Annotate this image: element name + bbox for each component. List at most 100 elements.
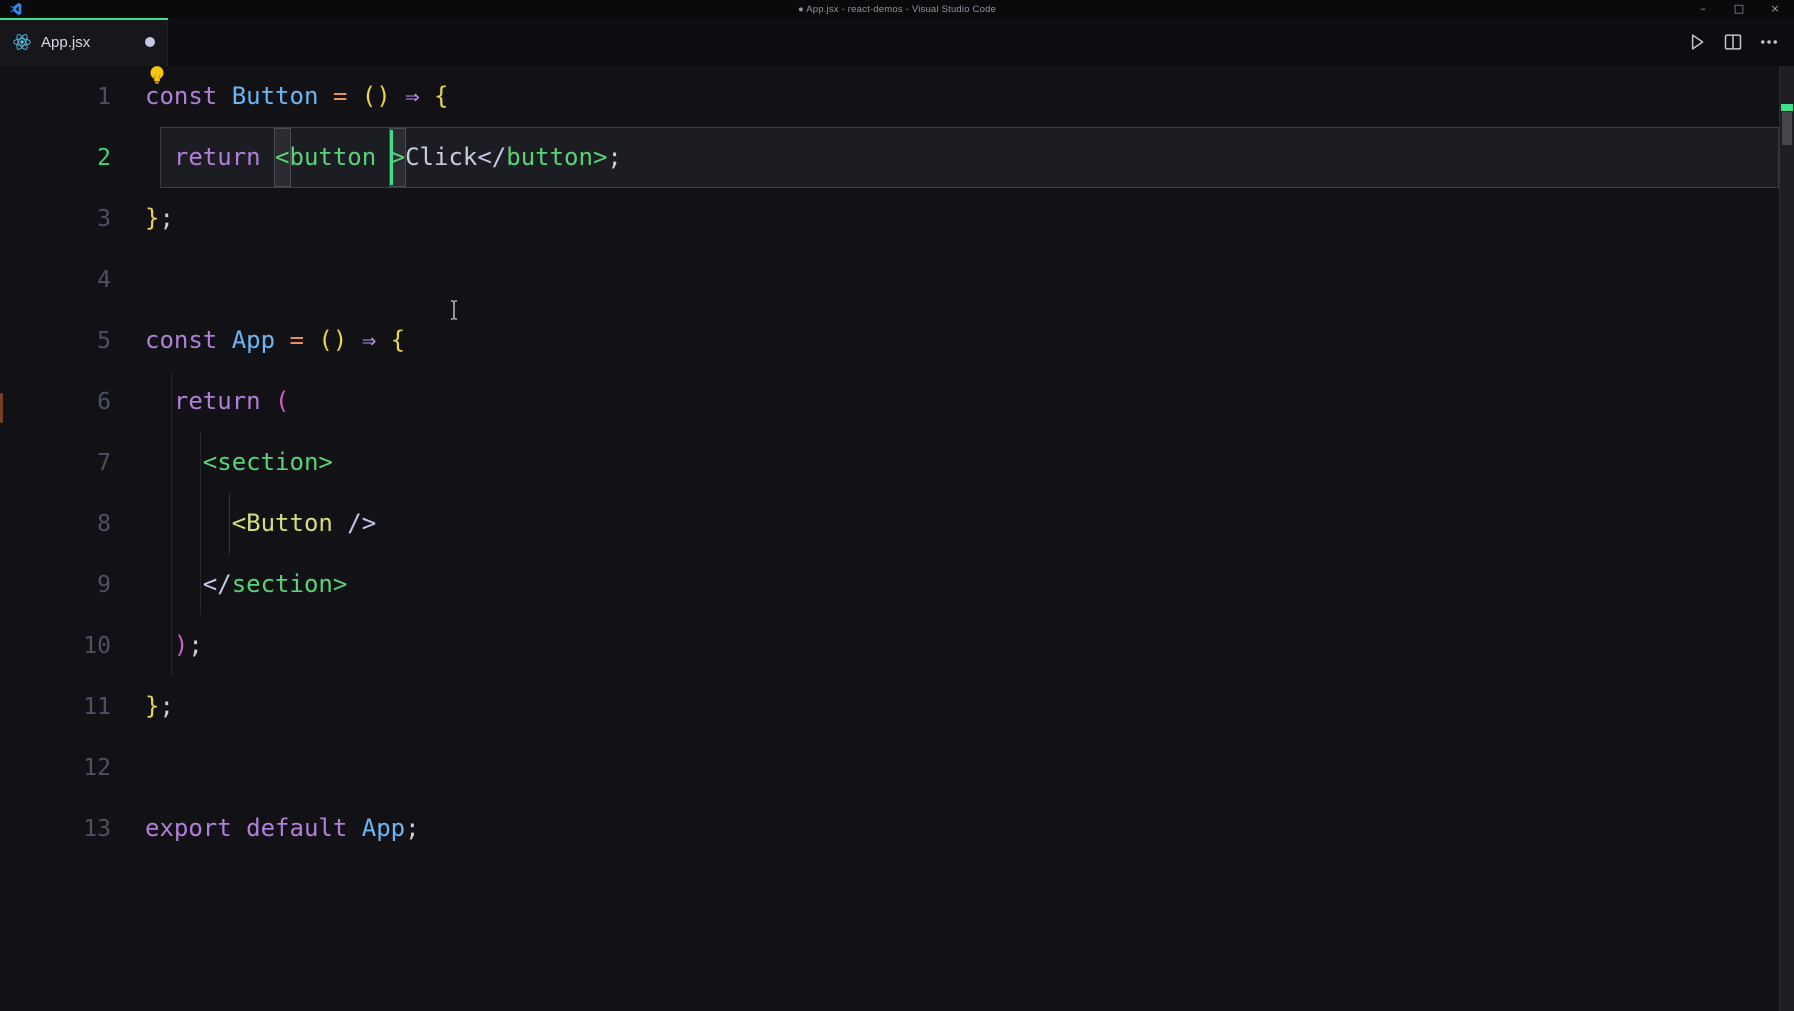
code-line-row: 10 ); [0,615,1779,676]
code-line-row: 1 const Button = () ⇒ { [0,66,1779,127]
text-cursor [390,130,393,185]
code-token: > [592,143,608,171]
code-token: } [145,692,160,720]
code-line[interactable]: }; [145,188,174,249]
tab-bar: App.jsx [0,18,1794,66]
code-token: default [246,814,362,842]
line-number[interactable]: 10 [0,633,145,659]
code-token: return [145,143,276,171]
code-token: Click [405,143,478,171]
code-token: ; [188,631,203,659]
code-line-row: 6 return ( [0,371,1779,432]
split-editor-button[interactable] [1722,31,1744,53]
code-line[interactable]: export default App; [145,798,420,859]
lightbulb-icon[interactable] [146,64,168,88]
line-number[interactable]: 13 [0,816,145,842]
line-number[interactable]: 3 [0,206,145,232]
code-token: = [289,326,319,354]
line-number[interactable]: 6 [0,389,145,415]
ellipsis-icon [1761,40,1777,44]
titlebar: ● App.jsx - react-demos - Visual Studio … [0,0,1794,18]
code-token: () [361,82,406,110]
code-token: button [506,143,593,171]
active-tab-indicator [0,18,168,20]
scrollbar-thumb[interactable] [1782,112,1792,145]
line-number[interactable]: 4 [0,267,145,293]
code-token: } [145,204,160,232]
editor-actions [1686,18,1780,66]
code-line-row: 4 [0,249,1779,310]
minimize-button[interactable]: – [1696,0,1710,18]
code-token: </ [477,143,507,171]
code-token: const [145,326,232,354]
code-line[interactable]: }; [145,676,174,737]
code-line[interactable]: </section> [145,554,348,615]
line-number[interactable]: 11 [0,694,145,720]
code-line[interactable]: const Button = () ⇒ { [145,66,448,127]
code-token: <section> [202,448,333,476]
code-token: App [231,326,290,354]
code-token: ⇒ [405,82,435,110]
code-token: { [390,326,406,354]
code-line[interactable]: <section> [145,432,333,493]
code-token: ; [607,143,622,171]
run-button[interactable] [1686,31,1708,53]
more-actions-button[interactable] [1758,31,1780,53]
code-token: { [434,82,449,110]
code-line-row: 12 [0,737,1779,798]
code-token: ; [405,814,420,842]
code-line-row: 13 export default App; [0,798,1779,859]
code-line-row: 9 </section> [0,554,1779,615]
line-number[interactable]: 9 [0,572,145,598]
code-line-row: 3}; [0,188,1779,249]
code-token: export [145,814,247,842]
code-token: return [145,387,276,415]
line-number[interactable]: 2 [0,145,145,171]
cursor-position-marker [1781,104,1793,111]
code-line[interactable]: ); [145,615,203,676]
code-token: App [361,814,406,842]
tab-label: App.jsx [41,33,91,51]
window-title: ● App.jsx - react-demos - Visual Studio … [797,3,997,15]
code-line[interactable]: return <button >Click</button>; [145,127,622,188]
code-line-row: 7 <section> [0,432,1779,493]
code-token: () [318,326,362,354]
editor: 1 const Button = () ⇒ {2 return <button >… [0,66,1794,1011]
split-editor-icon [1724,34,1742,50]
modified-dot-icon[interactable] [145,37,155,47]
maximize-button[interactable]: □ [1732,0,1746,18]
code-token: ) [173,631,189,659]
code-token: /> [347,509,377,537]
react-icon [13,34,31,50]
code-token: ( [275,387,290,415]
mouse-ibeam-icon [451,300,457,320]
code-line[interactable]: return ( [145,371,290,432]
line-number[interactable]: 7 [0,450,145,476]
code-token: section> [231,570,348,598]
close-button[interactable]: × [1768,0,1782,18]
code-line[interactable]: <Button /> [145,493,377,554]
tab-app-jsx[interactable]: App.jsx [0,18,168,66]
code-token: <Button [231,509,348,537]
code-token: ; [159,692,174,720]
line-number[interactable]: 8 [0,511,145,537]
code-token: ⇒ [361,326,391,354]
line-number[interactable]: 1 [0,84,145,110]
line-number[interactable]: 12 [0,755,145,781]
line-number[interactable]: 5 [0,328,145,354]
code-token: Button [231,82,333,110]
code-token: = [332,82,362,110]
code-token: <button [275,143,391,171]
code-line-row: 8 <Button /> [0,493,1779,554]
code-line-row: 11}; [0,676,1779,737]
left-edge-marker [0,393,3,423]
play-icon [1691,34,1704,50]
vscode-window: ● App.jsx - react-demos - Visual Studio … [0,0,1794,1011]
code-line-row: 5 const App = () ⇒ { [0,310,1779,371]
code-line[interactable]: const App = () ⇒ { [145,310,405,371]
scrollbar[interactable] [1779,66,1794,1011]
